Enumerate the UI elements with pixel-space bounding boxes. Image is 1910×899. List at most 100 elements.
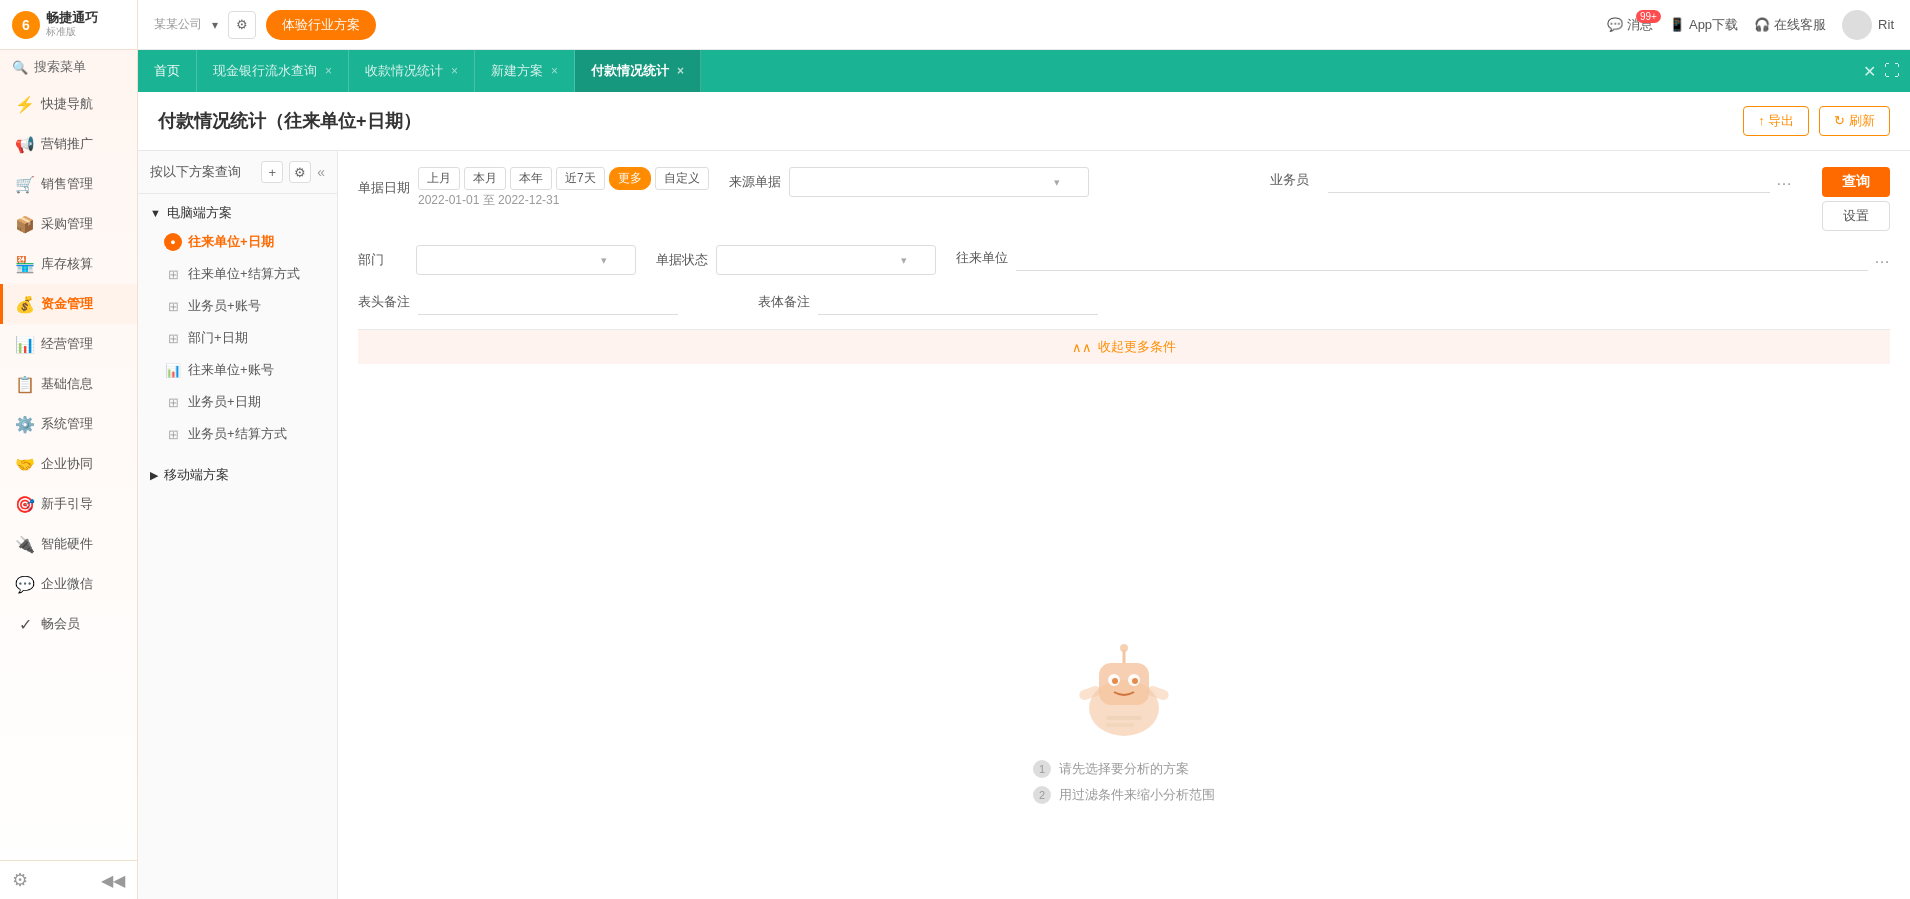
collapse-more-btn[interactable]: ∧∧ 收起更多条件 (358, 329, 1890, 364)
date-7days-btn[interactable]: 近7天 (556, 167, 605, 190)
filter-area: 单据日期 上月 本月 本年 近7天 更多 自定义 20 (338, 151, 1910, 533)
date-more-btn[interactable]: 更多 (609, 167, 651, 190)
filter-row-3: 表头备注 表体备注 (358, 289, 1890, 315)
sidebar-item-vip[interactable]: ✓ 畅会员 (0, 604, 137, 644)
tab-close-all-icon[interactable]: ✕ (1863, 62, 1876, 81)
body-section: 按以下方案查询 + ⚙ « ▼ 电脑端方案 (138, 151, 1910, 899)
guide-icon: 🎯 (15, 494, 35, 514)
mobile-scheme-group-title[interactable]: ▶ 移动端方案 (138, 462, 337, 488)
docstatus-label: 单据状态 (656, 251, 708, 269)
scheme-unit-settle[interactable]: ⊞ 往来单位+结算方式 (138, 258, 337, 290)
cooperation-icon: 🤝 (15, 454, 35, 474)
trial-btn[interactable]: 体验行业方案 (266, 10, 376, 40)
export-btn[interactable]: ↑ 导出 (1743, 106, 1809, 136)
scheme-active-icon: ● (164, 233, 182, 251)
source-select[interactable]: ▾ (789, 167, 1089, 197)
sidebar-item-marketing[interactable]: 📢 营销推广 (0, 124, 137, 164)
body-note-input[interactable] (818, 289, 1098, 315)
tab-home[interactable]: 首页 (138, 50, 197, 92)
tab-payment-stats[interactable]: 付款情况统计 × (575, 50, 701, 92)
sidebar-item-inventory[interactable]: 🏪 库存核算 (0, 244, 137, 284)
tab-payment-stats-close[interactable]: × (677, 64, 684, 78)
sidebar-item-hardware[interactable]: 🔌 智能硬件 (0, 524, 137, 564)
app-download-btn[interactable]: 📱 App下载 (1669, 16, 1738, 34)
refresh-btn[interactable]: ↻ 刷新 (1819, 106, 1890, 136)
staff-dots-btn[interactable]: … (1776, 171, 1792, 189)
unit-input[interactable] (1016, 245, 1868, 271)
panel-header: 按以下方案查询 + ⚙ « (138, 151, 337, 194)
sidebar-item-sales[interactable]: 🛒 销售管理 (0, 164, 137, 204)
service-icon: 🎧 (1754, 17, 1770, 32)
dept-select[interactable]: ▾ (416, 245, 636, 275)
staff-input[interactable] (1328, 167, 1770, 193)
sidebar-item-guide[interactable]: 🎯 新手引导 (0, 484, 137, 524)
add-icon: + (268, 165, 276, 180)
source-label: 来源单据 (729, 173, 781, 191)
date-this-month-btn[interactable]: 本月 (464, 167, 506, 190)
scheme-staff-account[interactable]: ⊞ 业务员+账号 (138, 290, 337, 322)
dept-dropdown-icon: ▾ (601, 254, 607, 267)
message-btn[interactable]: 💬 消息 99+ (1607, 16, 1653, 34)
body-note-label: 表体备注 (758, 293, 810, 311)
scheme-unit-date[interactable]: ● 往来单位+日期 (138, 226, 337, 258)
nav-label: 库存核算 (41, 255, 93, 273)
user-avatar-btn[interactable]: Rit (1842, 10, 1894, 40)
tab-receipt-stats-close[interactable]: × (451, 64, 458, 78)
filter-docstatus-item: 单据状态 ▾ (656, 245, 936, 275)
svg-point-4 (1112, 678, 1118, 684)
sidebar-item-system[interactable]: ⚙️ 系统管理 (0, 404, 137, 444)
sidebar-item-operations[interactable]: 📊 经营管理 (0, 324, 137, 364)
sidebar: 6 畅捷通巧 标准版 🔍 搜索菜单 ⚡ 快捷导航 📢 营销推广 🛒 销售管理 📦… (0, 0, 138, 899)
logo-sub: 标准版 (46, 25, 98, 39)
query-btn[interactable]: 查询 (1822, 167, 1890, 197)
docstatus-select[interactable]: ▾ (716, 245, 936, 275)
svg-point-7 (1120, 644, 1128, 652)
nav-label: 经营管理 (41, 335, 93, 353)
scheme-unit-account[interactable]: 📊 往来单位+账号 (138, 354, 337, 386)
search-menu[interactable]: 🔍 搜索菜单 (0, 50, 137, 84)
online-service-btn[interactable]: 🎧 在线客服 (1754, 16, 1826, 34)
sidebar-collapse-icon[interactable]: ◀◀ (101, 871, 125, 890)
date-custom-btn[interactable]: 自定义 (655, 167, 709, 190)
tab-new-scheme-close[interactable]: × (551, 64, 558, 78)
tab-new-scheme[interactable]: 新建方案 × (475, 50, 575, 92)
scheme-staff-date[interactable]: ⊞ 业务员+日期 (138, 386, 337, 418)
filter-actions: 查询 设置 (1822, 167, 1890, 231)
date-label: 单据日期 (358, 179, 410, 197)
tab-fullscreen-icon[interactable]: ⛶ (1884, 62, 1900, 80)
scheme-staff-settle[interactable]: ⊞ 业务员+结算方式 (138, 418, 337, 450)
tip-2-text: 用过滤条件来缩小分析范围 (1059, 786, 1215, 804)
sidebar-item-cooperation[interactable]: 🤝 企业协同 (0, 444, 137, 484)
date-this-year-btn[interactable]: 本年 (510, 167, 552, 190)
header-note-input[interactable] (418, 289, 678, 315)
logo-text-block: 畅捷通巧 标准版 (46, 10, 98, 40)
sidebar-logo: 6 畅捷通巧 标准版 (0, 0, 137, 50)
scheme-settings-icon: ⚙ (294, 165, 306, 180)
unit-dots-btn[interactable]: … (1874, 249, 1890, 267)
search-label: 搜索菜单 (34, 58, 86, 76)
filter-date-item: 单据日期 上月 本月 本年 近7天 更多 自定义 20 (358, 167, 709, 209)
scheme-dept-date[interactable]: ⊞ 部门+日期 (138, 322, 337, 354)
download-label: App下载 (1689, 16, 1738, 34)
nav-label: 基础信息 (41, 375, 93, 393)
sidebar-settings-icon[interactable]: ⚙ (12, 869, 28, 891)
sidebar-item-funds[interactable]: 💰 资金管理 (0, 284, 137, 324)
inventory-icon: 🏪 (15, 254, 35, 274)
topbar-settings-btn[interactable]: ⚙ (228, 11, 256, 39)
sidebar-item-wechat[interactable]: 💬 企业微信 (0, 564, 137, 604)
tab-bank-flow-close[interactable]: × (325, 64, 332, 78)
nav-label: 企业协同 (41, 455, 93, 473)
sidebar-item-basic[interactable]: 📋 基础信息 (0, 364, 137, 404)
tab-bank-flow[interactable]: 现金银行流水查询 × (197, 50, 349, 92)
sidebar-item-purchase[interactable]: 📦 采购管理 (0, 204, 137, 244)
company-dropdown[interactable]: ▾ (212, 18, 218, 32)
settings-small-btn[interactable]: 设置 (1822, 201, 1890, 231)
sidebar-item-quick-nav[interactable]: ⚡ 快捷导航 (0, 84, 137, 124)
scheme-settings-btn[interactable]: ⚙ (289, 161, 311, 183)
add-scheme-btn[interactable]: + (261, 161, 283, 183)
tab-receipt-stats[interactable]: 收款情况统计 × (349, 50, 475, 92)
pc-scheme-group-title[interactable]: ▼ 电脑端方案 (138, 200, 337, 226)
date-last-month-btn[interactable]: 上月 (418, 167, 460, 190)
filter-staff-item: 业务员 … (1270, 167, 1792, 193)
panel-collapse-btn[interactable]: « (317, 164, 325, 180)
